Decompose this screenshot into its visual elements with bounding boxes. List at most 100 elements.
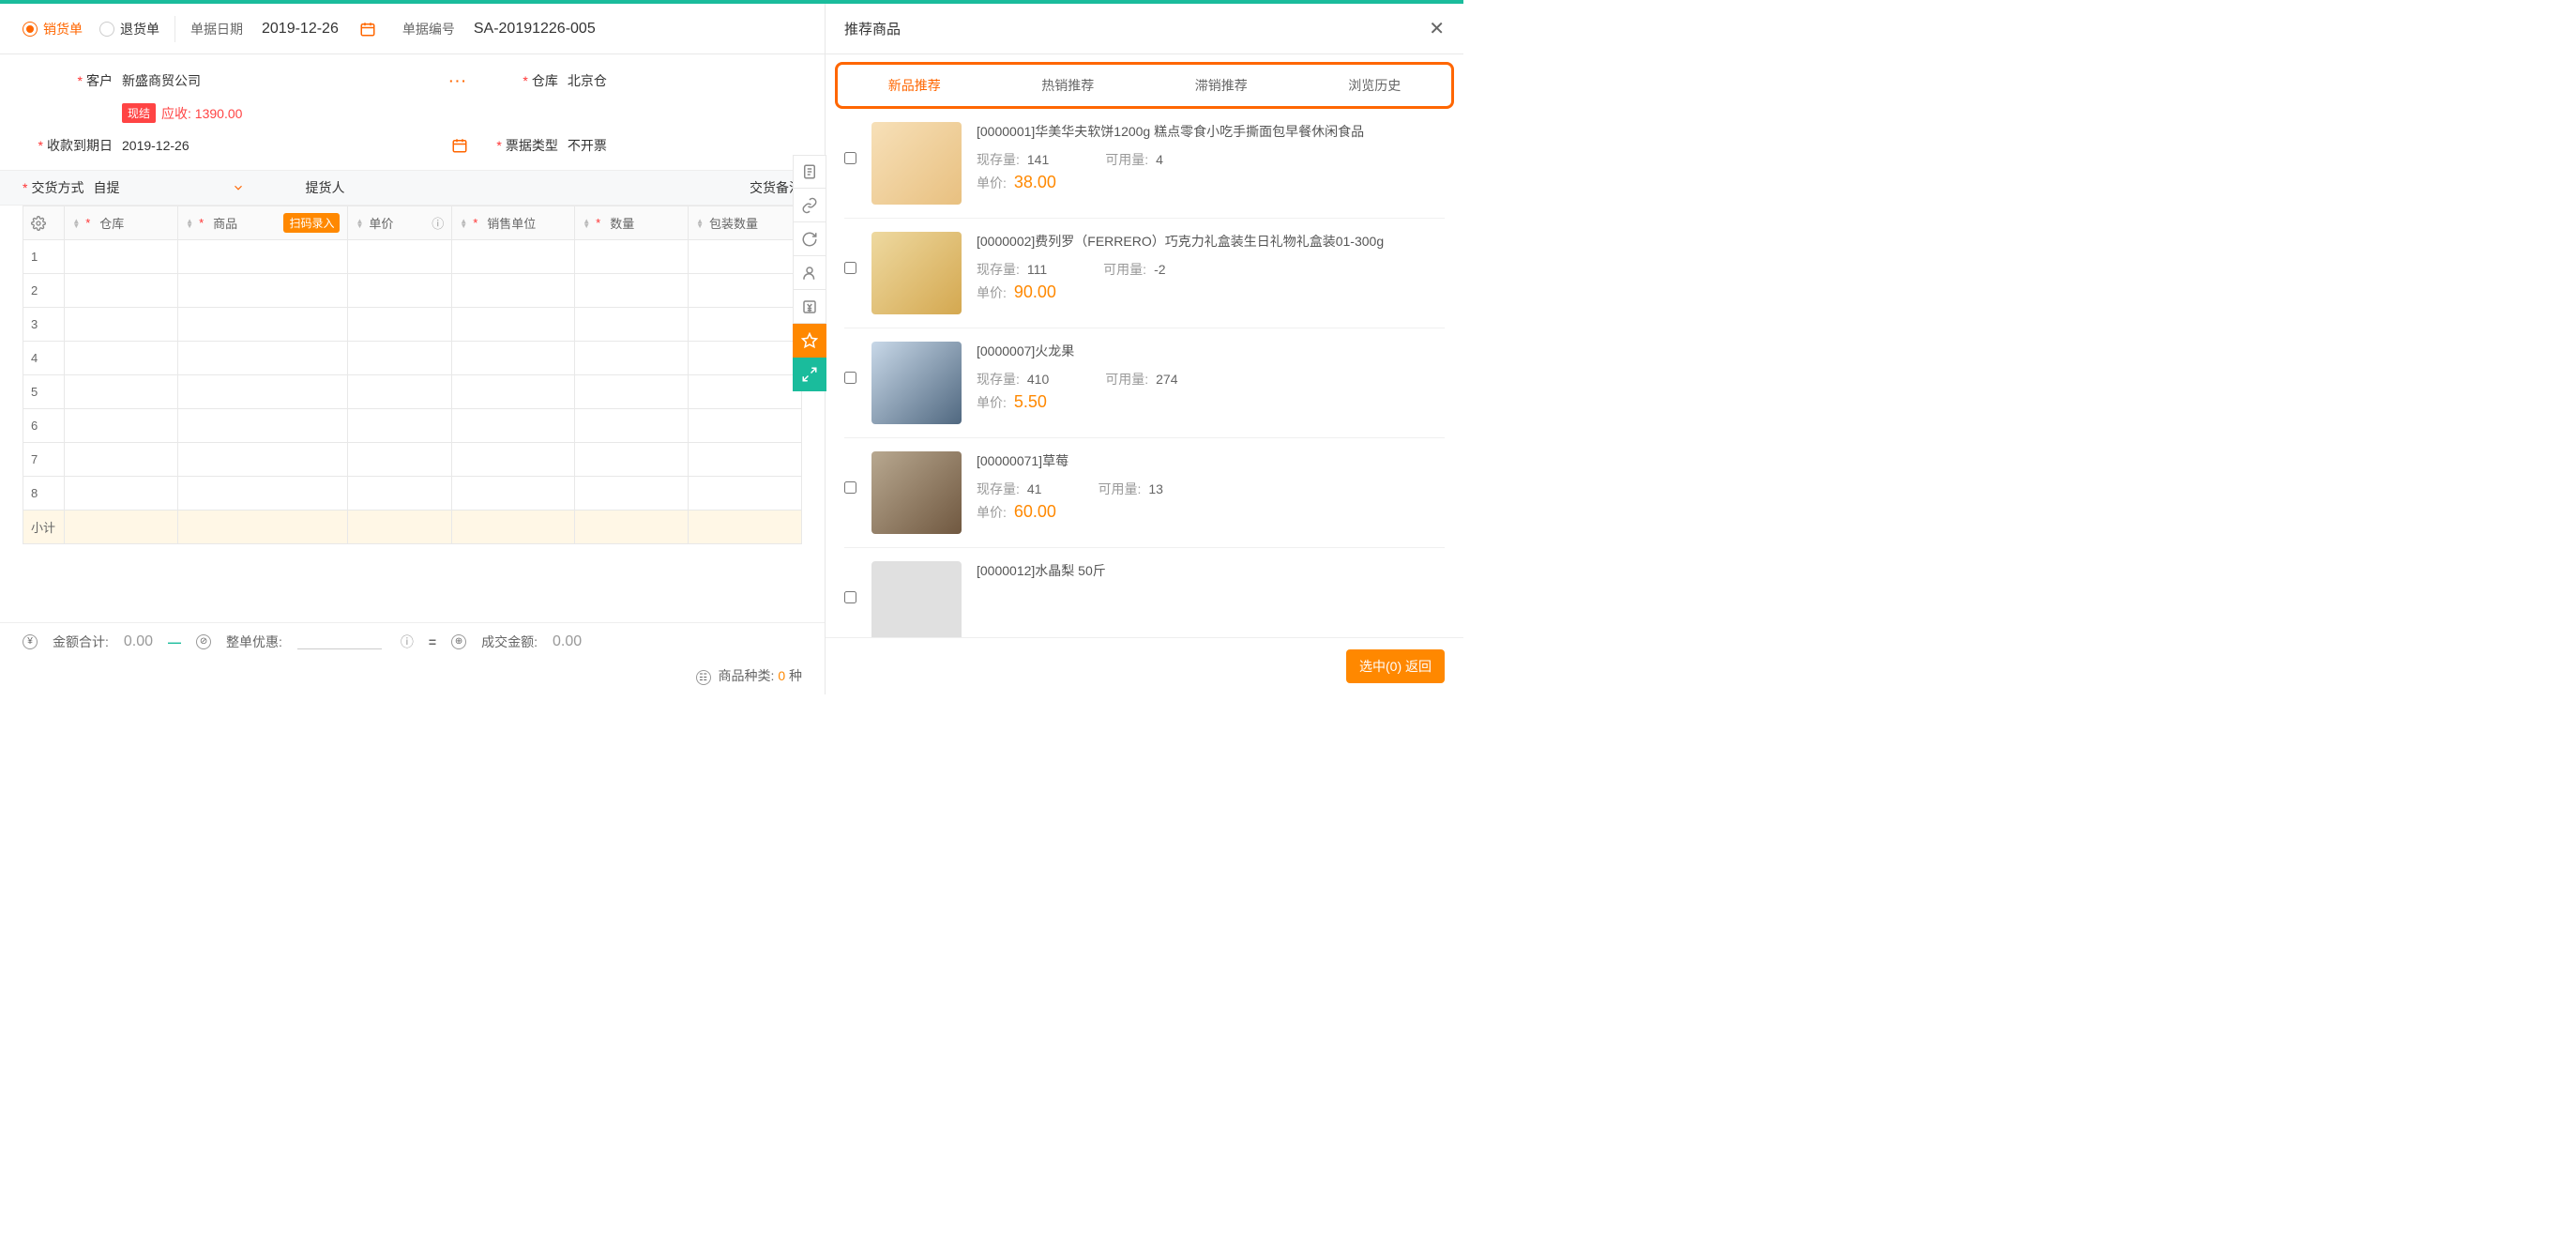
field-picker[interactable]: 提货人 — [305, 178, 344, 197]
product-name: [0000012]水晶梨 50斤 — [977, 561, 1445, 580]
col-warehouse[interactable]: ▲▼*仓库 — [65, 206, 178, 240]
invoice-type-value[interactable]: 不开票 — [568, 136, 802, 155]
col-product[interactable]: ▲▼*商品扫码录入 — [178, 206, 348, 240]
calendar-icon[interactable] — [359, 21, 376, 38]
field-invoice-type: *票据类型 不开票 — [468, 129, 802, 162]
note-icon[interactable] — [793, 155, 826, 189]
product-item[interactable]: [0000001]华美华夫软饼1200g 糕点零食小吃手撕面包早餐休闲食品 现存… — [844, 109, 1445, 219]
sort-icon: ▲▼ — [186, 219, 193, 228]
recommend-panel: 推荐商品 ✕ 新品推荐 热销推荐 滞销推荐 浏览历史 [0000001]华美华夫… — [826, 4, 1463, 694]
product-price: 60.00 — [1014, 502, 1056, 521]
table-row[interactable]: 3 — [23, 308, 802, 342]
refresh-icon[interactable] — [793, 222, 826, 256]
col-qty[interactable]: ▲▼*数量 — [575, 206, 689, 240]
table-row[interactable]: 5 — [23, 375, 802, 409]
deal-amount: 0.00 — [553, 633, 582, 650]
link-icon[interactable] — [793, 189, 826, 222]
table-row[interactable]: 7 — [23, 443, 802, 477]
product-name: [0000007]火龙果 — [977, 342, 1445, 360]
payment-due-value[interactable]: 2019-12-26 — [122, 138, 446, 153]
product-item[interactable]: [0000007]火龙果 现存量:410 可用量:274 单价:5.50 — [844, 328, 1445, 438]
expand-icon[interactable] — [793, 358, 826, 391]
sort-icon: ▲▼ — [583, 219, 590, 228]
footer-bar: ¥ 金额合计: 0.00 — ⊘ 整单优惠: ⓘ = ⊕ 成交金额: 0.00 … — [0, 622, 825, 695]
side-toolbar — [793, 155, 826, 391]
tab-hot[interactable]: 热销推荐 — [992, 65, 1145, 106]
product-name: [00000071]草莓 — [977, 451, 1445, 470]
col-pack-qty[interactable]: ▲▼包装数量 — [689, 206, 802, 240]
user-icon[interactable] — [793, 256, 826, 290]
doc-date-value[interactable]: 2019-12-26 — [262, 21, 339, 38]
product-price: 38.00 — [1014, 173, 1056, 191]
tab-slow[interactable]: 滞销推荐 — [1144, 65, 1298, 106]
product-image — [871, 122, 962, 205]
product-item[interactable]: [00000071]草莓 现存量:41 可用量:13 单价:60.00 — [844, 438, 1445, 548]
discount-icon: ⊘ — [196, 634, 211, 649]
field-payment-due: *收款到期日 2019-12-26 — [23, 129, 468, 162]
table-row[interactable]: 4 — [23, 342, 802, 375]
radio-return[interactable]: 退货单 — [99, 20, 159, 38]
product-name: [0000001]华美华夫软饼1200g 糕点零食小吃手撕面包早餐休闲食品 — [977, 122, 1445, 141]
table-row[interactable]: 6 — [23, 409, 802, 443]
doc-no-label: 单据编号 — [402, 20, 455, 38]
sort-icon: ▲▼ — [356, 219, 363, 228]
col-settings[interactable] — [23, 206, 65, 240]
yen-box-icon[interactable] — [793, 290, 826, 324]
customer-more-icon[interactable]: ··· — [449, 73, 468, 88]
doc-type-radio-group: 销货单 退货单 — [23, 20, 159, 38]
receivable-row: 现结 应收: 1390.00 — [122, 103, 802, 123]
total-amount: 0.00 — [124, 633, 153, 650]
settle-badge: 现结 — [122, 103, 156, 123]
radio-return-label: 退货单 — [120, 20, 159, 38]
deal-icon: ⊕ — [451, 634, 466, 649]
select-return-button[interactable]: 选中(0) 返回 — [1346, 649, 1445, 683]
table-row[interactable]: 2 — [23, 274, 802, 308]
product-list[interactable]: [0000001]华美华夫软饼1200g 糕点零食小吃手撕面包早餐休闲食品 现存… — [826, 109, 1463, 637]
product-checkbox[interactable] — [844, 152, 856, 164]
product-checkbox[interactable] — [844, 372, 856, 384]
doc-no-value: SA-20191226-005 — [474, 21, 596, 38]
product-item[interactable]: [0000012]水晶梨 50斤 — [844, 548, 1445, 637]
panel-tabs: 新品推荐 热销推荐 滞销推荐 浏览历史 — [835, 62, 1454, 109]
form-area: *客户 新盛商贸公司 ··· *仓库 北京仓 现结 应收: 1390.00 *收… — [0, 54, 825, 170]
product-item[interactable]: [0000002]费列罗（FERRERO）巧克力礼盒装生日礼物礼盒装01-300… — [844, 219, 1445, 328]
product-image — [871, 451, 962, 534]
col-price[interactable]: ▲▼单价ⓘ — [348, 206, 452, 240]
product-image — [871, 342, 962, 424]
product-checkbox[interactable] — [844, 591, 856, 603]
kinds-value: 0 — [778, 668, 785, 683]
yen-icon: ¥ — [23, 634, 38, 649]
scan-badge[interactable]: 扫码录入 — [283, 213, 340, 233]
product-price: 5.50 — [1014, 392, 1047, 411]
close-icon[interactable]: ✕ — [1429, 17, 1445, 40]
minus-icon: — — [168, 634, 181, 649]
radio-sales[interactable]: 销货单 — [23, 20, 83, 38]
product-price: 90.00 — [1014, 282, 1056, 301]
kinds-icon: ☷ — [696, 670, 711, 685]
help-icon[interactable]: ⓘ — [432, 214, 444, 232]
delivery-method-value: 自提 — [93, 178, 119, 197]
radio-dot-icon — [23, 22, 38, 37]
product-checkbox[interactable] — [844, 481, 856, 494]
radio-sales-label: 销货单 — [43, 20, 83, 38]
delivery-row: *交货方式 自提 提货人 交货备注 — [0, 170, 825, 206]
col-unit[interactable]: ▲▼*销售单位 — [452, 206, 575, 240]
field-customer: *客户 新盛商贸公司 ··· — [23, 64, 468, 98]
tab-new[interactable]: 新品推荐 — [838, 65, 992, 106]
tab-history[interactable]: 浏览历史 — [1298, 65, 1452, 106]
calendar-icon[interactable] — [451, 137, 468, 154]
field-warehouse: *仓库 北京仓 — [468, 64, 802, 98]
items-table: ▲▼*仓库 ▲▼*商品扫码录入 ▲▼单价ⓘ ▲▼*销售单位 ▲▼*数量 ▲▼包装… — [0, 206, 825, 622]
table-row[interactable]: 8 — [23, 477, 802, 511]
doc-date-label: 单据日期 — [190, 20, 243, 38]
panel-title: 推荐商品 — [844, 19, 901, 38]
star-icon[interactable] — [793, 324, 826, 358]
product-checkbox[interactable] — [844, 262, 856, 274]
field-delivery-method[interactable]: *交货方式 自提 — [23, 178, 245, 197]
help-icon[interactable]: ⓘ — [401, 633, 414, 651]
product-name: [0000002]费列罗（FERRERO）巧克力礼盒装生日礼物礼盒装01-300… — [977, 232, 1445, 251]
customer-value[interactable]: 新盛商贸公司 — [122, 71, 438, 90]
table-row[interactable]: 1 — [23, 240, 802, 274]
discount-input[interactable] — [297, 634, 382, 649]
warehouse-value[interactable]: 北京仓 — [568, 71, 802, 90]
